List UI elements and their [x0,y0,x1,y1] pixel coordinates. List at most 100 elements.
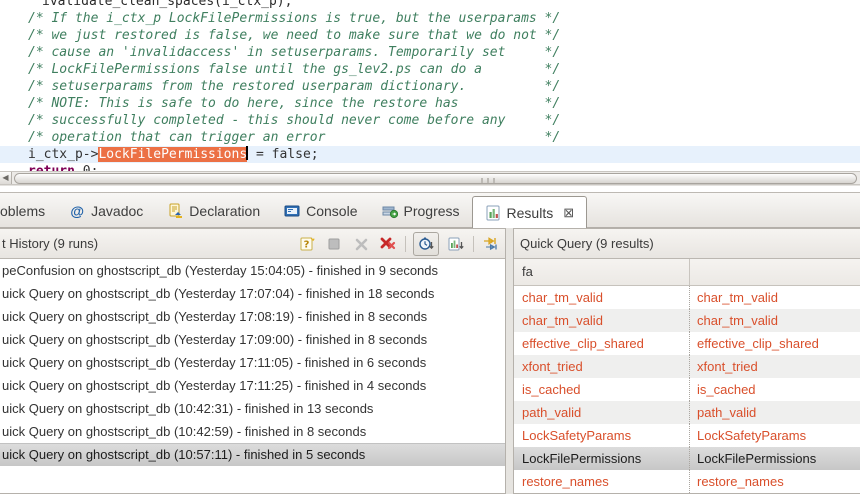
quick-query-title: Quick Query (9 results) [520,236,654,251]
column1-header[interactable]: fa [522,264,533,279]
close-icon[interactable]: ⊠ [563,205,574,221]
jump-to-latest-icon[interactable] [481,234,501,254]
tab-console[interactable]: Console [272,193,369,228]
bottom-view-tabstrip: oblems @ Javadoc Declaration Console Pro… [0,193,860,228]
column-divider [689,447,690,470]
tab-progress[interactable]: Progress [370,193,472,228]
result-cell-2: char_tm_valid [697,290,778,305]
result-cell-1: LockSafetyParams [522,428,632,443]
quick-query-header: Quick Query (9 results) [514,229,860,259]
history-run-item[interactable]: peConfusion on ghostscript_db (Yesterday… [0,259,505,282]
return-line: return 0; [0,163,860,171]
query-result-row[interactable]: char_tm_valid char_tm_valid [514,286,860,309]
tab-results[interactable]: Results ⊠ [471,196,588,228]
progress-icon [382,206,398,218]
query-result-row[interactable]: LockFilePermissions LockFilePermissions [514,447,860,470]
results-chart-icon [486,205,500,220]
comment-line: /* setuserparams from the restored userp… [28,79,561,94]
quick-query-panel: Quick Query (9 results) fa char_tm_valid… [513,228,860,494]
result-cell-2: path_valid [697,405,757,420]
history-run-item[interactable]: uick Query on ghostscript_db (10:42:31) … [0,397,505,420]
query-result-row[interactable]: is_cached is_cached [514,378,860,401]
at-icon: @ [70,202,84,219]
help-icon[interactable]: ? [297,234,317,254]
result-cell-1: xfont_tried [522,359,583,374]
result-cell-2: is_cached [697,382,756,397]
query-result-row[interactable]: path_valid path_valid [514,401,860,424]
tab-declaration[interactable]: Declaration [155,193,272,228]
comment-line: /* operation that can trigger an error *… [28,130,561,145]
column-divider [689,355,690,378]
column-divider [689,332,690,355]
column-divider [689,286,690,309]
history-run-item[interactable]: uick Query on ghostscript_db (Yesterday … [0,282,505,305]
query-results-table: char_tm_valid char_tm_valid char_tm_valid c… [514,286,860,493]
chart-latest-icon[interactable] [446,234,466,254]
result-cell-2: effective_clip_shared [697,336,819,351]
toolbar-separator [405,236,406,252]
toolbar-separator [473,236,474,252]
query-result-row[interactable]: restore_names restore_names [514,470,860,493]
scroll-left-arrow-icon[interactable]: ◀ [0,172,12,184]
history-run-item[interactable]: uick Query on ghostscript_db (Yesterday … [0,374,505,397]
history-run-item[interactable]: uick Query on ghostscript_db (Yesterday … [0,305,505,328]
comment-line: /* If the i_ctx_p LockFilePermissions is… [28,11,561,26]
code-line-partial: ivalidate_clean_spaces(i_ctx_p); [42,0,293,9]
history-panel-header: t History (9 runs) ? [0,229,505,259]
history-toolbar: ? [297,229,501,259]
stop-icon [324,234,344,254]
column-divider [689,424,690,447]
history-run-item[interactable]: uick Query on ghostscript_db (Yesterday … [0,328,505,351]
result-cell-2: LockFilePermissions [697,451,817,466]
declaration-icon [169,203,183,218]
query-result-row[interactable]: LockSafetyParams LockSafetyParams [514,424,860,447]
history-list: peConfusion on ghostscript_db (Yesterday… [0,259,505,493]
current-code-line: i_ctx_p->LockFilePermissions = false; [0,146,860,163]
comment-line: /* NOTE: This is safe to do here, since … [28,96,561,111]
column-divider [689,378,690,401]
query-result-row[interactable]: char_tm_valid char_tm_valid [514,309,860,332]
tab-problems[interactable]: oblems [0,193,57,228]
editor-view-splitter[interactable] [0,186,860,193]
query-result-row[interactable]: xfont_tried xfont_tried [514,355,860,378]
result-cell-2: xfont_tried [697,359,758,374]
history-run-item[interactable]: uick Query on ghostscript_db (10:57:11) … [0,443,505,466]
result-cell-1: LockFilePermissions [522,451,642,466]
history-run-item[interactable]: uick Query on ghostscript_db (Yesterday … [0,351,505,374]
history-clock-icon[interactable] [413,232,439,256]
scrollbar-thumb[interactable] [14,173,857,184]
result-cell-1: restore_names [522,474,609,489]
column-divider [689,470,690,493]
editor-horizontal-scrollbar[interactable]: ◀ [0,171,860,185]
column-divider [689,309,690,332]
result-cell-2: restore_names [697,474,784,489]
result-cell-1: path_valid [522,405,582,420]
remove-all-icon[interactable] [378,234,398,254]
occurrence-highlight: LockFilePermissions [98,147,248,162]
tab-javadoc[interactable]: @ Javadoc [57,193,155,228]
code-editor[interactable]: ivalidate_clean_spaces(i_ctx_p); /* If t… [0,0,860,171]
console-icon [284,205,300,216]
result-cell-1: char_tm_valid [522,290,603,305]
query-column-headers[interactable]: fa [514,259,860,286]
column-divider [689,401,690,424]
comment-line: /* we just restored is false, we need to… [28,28,561,43]
history-panel-title: t History (9 runs) [2,236,99,251]
result-cell-2: char_tm_valid [697,313,778,328]
panel-sash[interactable] [506,228,513,494]
comment-line: /* LockFilePermissions false until the g… [28,62,561,77]
result-cell-2: LockSafetyParams [697,428,807,443]
result-cell-1: effective_clip_shared [522,336,644,351]
query-result-row[interactable]: effective_clip_shared effective_clip_shar… [514,332,860,355]
comment-line: /* cause an 'invalidaccess' in setuserpa… [28,45,561,60]
remove-icon [351,234,371,254]
history-run-item[interactable]: uick Query on ghostscript_db (10:42:59) … [0,420,505,443]
scrollbar-grip [481,178,499,183]
column-divider[interactable] [689,259,690,285]
comment-line: /* successfully completed - this should … [28,113,561,128]
svg-text:?: ? [304,240,310,251]
result-cell-1: is_cached [522,382,581,397]
comment-block: /* If the i_ctx_p LockFilePermissions is… [0,10,860,146]
history-panel: t History (9 runs) ? peConfusion on ghos… [0,228,506,494]
result-cell-1: char_tm_valid [522,313,603,328]
